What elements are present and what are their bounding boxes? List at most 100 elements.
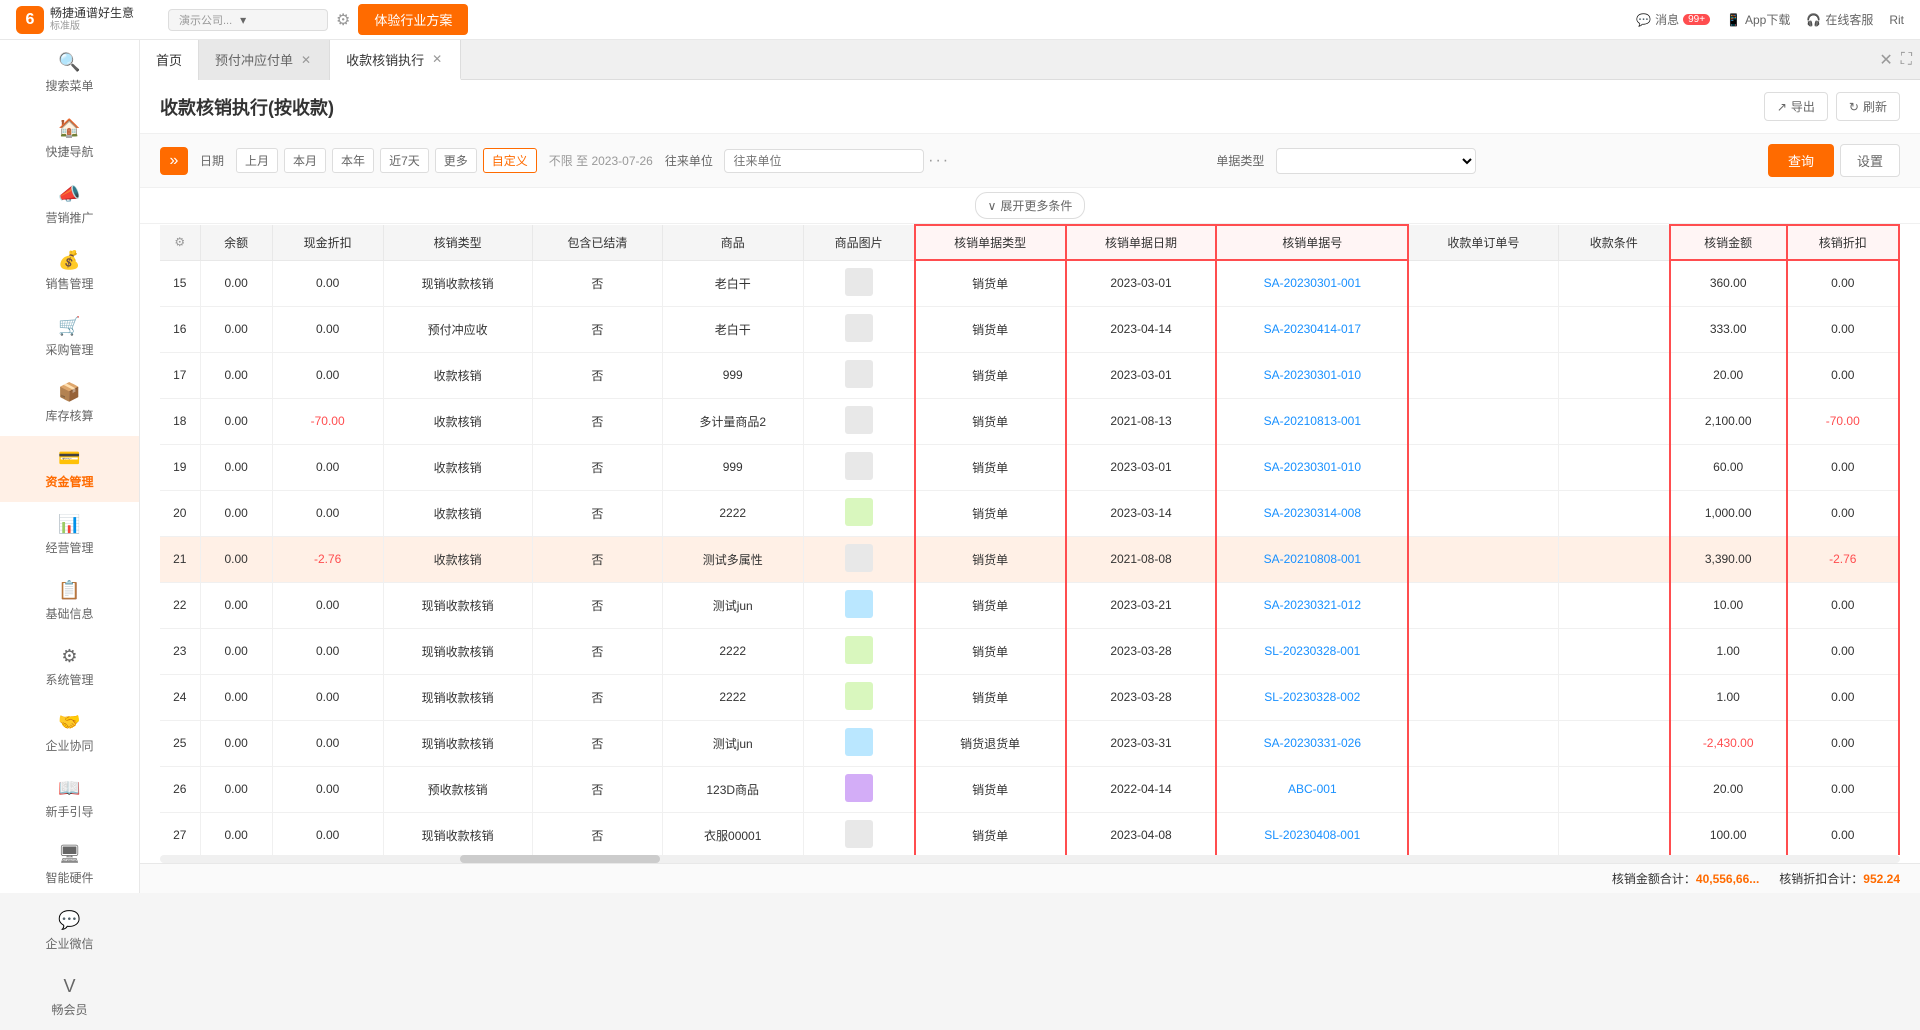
- sidebar-item-marketing[interactable]: 📣营销推广: [0, 172, 139, 238]
- col-product: 商品: [662, 225, 803, 260]
- export-button[interactable]: ↗ 导出: [1764, 92, 1828, 121]
- cell-bill-no[interactable]: SA-20230331-026: [1216, 720, 1408, 766]
- bill-no-link[interactable]: SA-20230331-026: [1264, 736, 1361, 750]
- tab-prepay[interactable]: 预付冲应付单 ✕: [199, 40, 330, 80]
- table-row: 15 0.00 0.00 现销收款核销 否 老白干 销货单 2023-03-01…: [160, 260, 1899, 306]
- sidebar-item-quick-nav[interactable]: 🏠快捷导航: [0, 106, 139, 172]
- table-container[interactable]: ⚙ 余额 现金折扣 核销类型 包含已结清 商品 商品图片 核销单据类型 核销单据…: [140, 224, 1920, 855]
- cell-balance: 0.00: [200, 306, 272, 352]
- cell-bill-no[interactable]: SA-20230301-010: [1216, 352, 1408, 398]
- cell-bill-no[interactable]: SA-20230314-008: [1216, 490, 1408, 536]
- tab-home[interactable]: 首页: [140, 40, 199, 80]
- cell-bill-no[interactable]: SL-20230408-001: [1216, 812, 1408, 855]
- bill-no-link[interactable]: SL-20230408-001: [1264, 828, 1360, 842]
- bill-type-select[interactable]: [1276, 148, 1476, 174]
- cell-bill-no[interactable]: SA-20230321-012: [1216, 582, 1408, 628]
- window-close-icon[interactable]: ✕: [1879, 50, 1892, 70]
- cell-bill-no[interactable]: SL-20230328-001: [1216, 628, 1408, 674]
- cell-balance: 0.00: [200, 720, 272, 766]
- sidebar-item-operation[interactable]: 📊经营管理: [0, 502, 139, 568]
- message-button[interactable]: 💬 消息 99+: [1636, 11, 1710, 28]
- bill-no-link[interactable]: SA-20210813-001: [1264, 414, 1361, 428]
- sidebar-item-finance[interactable]: 💳资金管理: [0, 436, 139, 502]
- cell-verify-type: 现销收款核销: [383, 720, 532, 766]
- bill-no-link[interactable]: SA-20230314-008: [1264, 506, 1361, 520]
- solution-button[interactable]: 体验行业方案: [358, 4, 468, 35]
- sidebar-item-enterprise[interactable]: 🤝企业协同: [0, 700, 139, 766]
- this-month-btn[interactable]: 本月: [284, 148, 326, 173]
- cell-bill-no[interactable]: SA-20230414-017: [1216, 306, 1408, 352]
- cell-verify-amount: 1,000.00: [1670, 490, 1787, 536]
- query-button[interactable]: 查询: [1768, 144, 1834, 177]
- cell-receipt-order-no: [1408, 398, 1558, 444]
- bill-no-link[interactable]: SL-20230328-001: [1264, 644, 1360, 658]
- partner-input[interactable]: [724, 149, 924, 173]
- sidebar-item-hardware[interactable]: 🖥智能硬件: [0, 832, 139, 898]
- scrollbar-thumb[interactable]: [460, 855, 660, 863]
- sidebar-item-search[interactable]: 🔍搜索菜单: [0, 40, 139, 106]
- bill-no-link[interactable]: SA-20230321-012: [1264, 598, 1361, 612]
- col-cash-discount: 现金折扣: [272, 225, 383, 260]
- tab-bar: 首页 预付冲应付单 ✕ 收款核销执行 ✕ ✕ ⛶: [140, 40, 1920, 80]
- cell-include-settled: 否: [532, 582, 662, 628]
- bill-no-link[interactable]: SA-20230301-010: [1264, 368, 1361, 382]
- bill-no-link[interactable]: ABC-001: [1288, 782, 1337, 796]
- online-service-button[interactable]: 🎧 在线客服: [1806, 11, 1873, 28]
- cell-verify-amount: 10.00: [1670, 582, 1787, 628]
- refresh-button[interactable]: ↻ 刷新: [1836, 92, 1900, 121]
- col-balance: 余额: [200, 225, 272, 260]
- bill-no-link[interactable]: SA-20230301-001: [1264, 276, 1361, 290]
- cell-receipt-terms: [1558, 306, 1670, 352]
- sidebar-item-guide[interactable]: 📖新手引导: [0, 766, 139, 832]
- bill-no-link[interactable]: SA-20210808-001: [1264, 552, 1361, 566]
- cell-balance: 0.00: [200, 766, 272, 812]
- more-btn[interactable]: 更多: [435, 148, 477, 173]
- sidebar-item-sales[interactable]: 💰销售管理: [0, 238, 139, 304]
- sidebar-item-system[interactable]: ⚙系统管理: [0, 634, 139, 700]
- sidebar-item-basic[interactable]: 📋基础信息: [0, 568, 139, 634]
- col-settings[interactable]: ⚙: [160, 225, 200, 260]
- gear-icon[interactable]: ⚙: [336, 10, 350, 30]
- app-download-button[interactable]: 📱 App下载: [1726, 11, 1790, 28]
- cell-bill-no[interactable]: ABC-001: [1216, 766, 1408, 812]
- sidebar-item-vip[interactable]: V畅会员: [0, 964, 139, 1030]
- sidebar-item-wechat[interactable]: 💬企业微信: [0, 898, 139, 964]
- cell-bill-no[interactable]: SA-20210813-001: [1216, 398, 1408, 444]
- column-settings-icon[interactable]: ⚙: [174, 235, 185, 249]
- partner-more-icon[interactable]: ···: [928, 152, 950, 169]
- sidebar: 🔍搜索菜单🏠快捷导航📣营销推广💰销售管理🛒采购管理📦库存核算💳资金管理📊经营管理…: [0, 40, 140, 893]
- custom-date-btn[interactable]: 自定义: [483, 148, 537, 173]
- col-bill-type: 核销单据类型: [915, 225, 1066, 260]
- sidebar-item-inventory[interactable]: 📦库存核算: [0, 370, 139, 436]
- cell-bill-no[interactable]: SA-20210808-001: [1216, 536, 1408, 582]
- this-year-btn[interactable]: 本年: [332, 148, 374, 173]
- user-name[interactable]: Rit: [1889, 13, 1904, 27]
- cell-cash-discount: 0.00: [272, 766, 383, 812]
- bill-no-link[interactable]: SL-20230328-002: [1264, 690, 1360, 704]
- cell-bill-no[interactable]: SA-20230301-001: [1216, 260, 1408, 306]
- cell-id: 24: [160, 674, 200, 720]
- cell-include-settled: 否: [532, 536, 662, 582]
- company-selector[interactable]: 演示公司... ▾: [168, 9, 328, 31]
- bill-no-link[interactable]: SA-20230301-010: [1264, 460, 1361, 474]
- logo-text: 畅捷通谱好生意 标准版: [50, 6, 134, 32]
- window-maximize-icon[interactable]: ⛶: [1901, 51, 1912, 69]
- last-month-btn[interactable]: 上月: [236, 148, 278, 173]
- bill-no-link[interactable]: SA-20230414-017: [1264, 322, 1361, 336]
- sidebar-item-purchase[interactable]: 🛒采购管理: [0, 304, 139, 370]
- horizontal-scrollbar[interactable]: [160, 855, 1900, 863]
- cell-bill-no[interactable]: SA-20230301-010: [1216, 444, 1408, 490]
- last-7days-btn[interactable]: 近7天: [380, 148, 429, 173]
- cell-receipt-order-no: [1408, 306, 1558, 352]
- prepay-tab-close-icon[interactable]: ✕: [299, 51, 313, 69]
- filter-expand-button[interactable]: »: [160, 147, 188, 175]
- cell-product: 测试jun: [662, 720, 803, 766]
- cell-bill-no[interactable]: SL-20230328-002: [1216, 674, 1408, 720]
- receipt-tab-close-icon[interactable]: ✕: [430, 50, 444, 68]
- setting-button[interactable]: 设置: [1840, 144, 1900, 177]
- expand-more-button[interactable]: ∨ 展开更多条件: [975, 192, 1086, 219]
- date-filter-label: 日期: [200, 152, 224, 169]
- cell-verify-discount: 0.00: [1787, 812, 1899, 855]
- tab-receipt[interactable]: 收款核销执行 ✕: [330, 40, 461, 80]
- cell-id: 23: [160, 628, 200, 674]
